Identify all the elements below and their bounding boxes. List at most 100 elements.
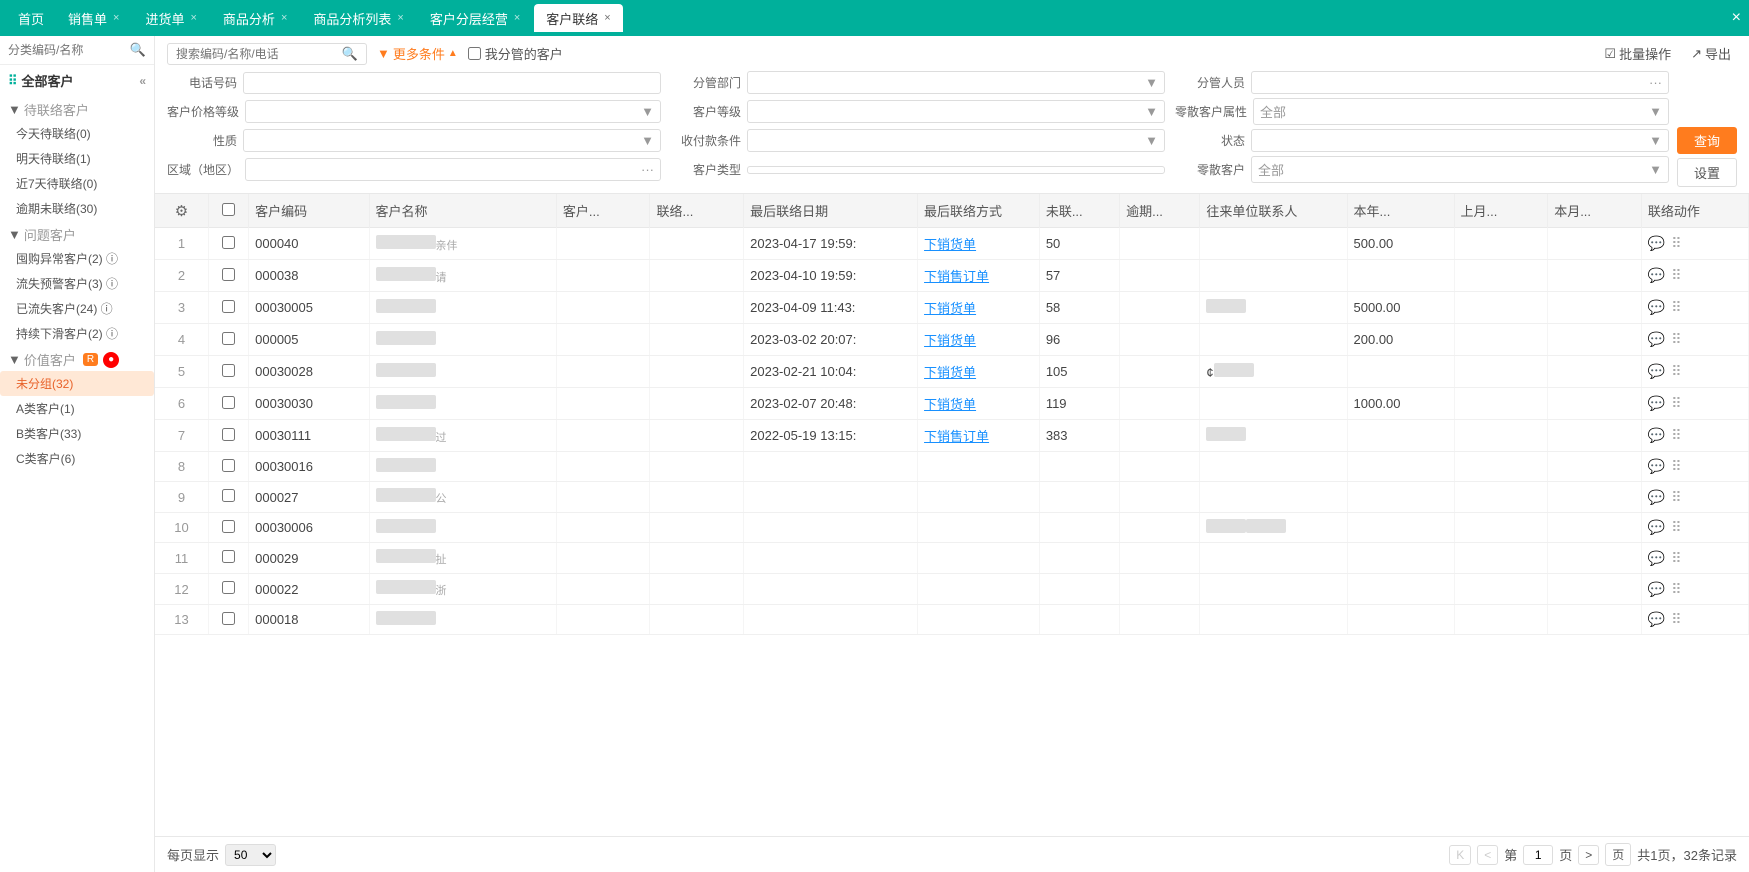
check-cell[interactable] [209,513,249,543]
sidebar-search-input[interactable] [8,43,126,57]
last-method-cell[interactable]: 下销货单 [918,324,1040,356]
apps-icon[interactable]: ⠿ [1671,395,1681,412]
last-method-cell[interactable] [918,543,1040,574]
action-cell[interactable]: 💬 ⠿ [1641,388,1748,420]
row-checkbox[interactable] [222,612,235,625]
chat-icon[interactable]: 💬 [1648,395,1665,412]
chat-icon[interactable]: 💬 [1648,427,1665,444]
sidebar-group-pending[interactable]: ▼ 待联络客户 [0,96,154,121]
row-checkbox[interactable] [222,364,235,377]
dept-select[interactable]: ▼ [747,71,1165,94]
customer-type-select[interactable] [747,166,1165,174]
last-method-link[interactable]: 下销货单 [924,301,976,316]
check-cell[interactable] [209,260,249,292]
check-cell[interactable] [209,574,249,605]
tab-product-analysis-close[interactable]: × [281,12,287,24]
tab-product-analysis-list-close[interactable]: × [397,12,403,24]
tab-sales-close[interactable]: × [113,12,119,24]
chat-icon[interactable]: 💬 [1648,489,1665,506]
page-input[interactable] [1523,845,1553,865]
action-cell[interactable]: 💬 ⠿ [1641,324,1748,356]
sidebar-item-class-a[interactable]: A类客户(1) [0,396,154,421]
reset-button[interactable]: 设置 [1677,158,1737,187]
chat-icon[interactable]: 💬 [1648,550,1665,567]
select-all-checkbox[interactable] [222,203,235,216]
apps-icon[interactable]: ⠿ [1671,331,1681,348]
check-cell[interactable] [209,420,249,452]
tab-purchase[interactable]: 进货单 × [133,4,208,32]
last-method-cell[interactable]: 下销货单 [918,228,1040,260]
apps-icon[interactable]: ⠿ [1671,458,1681,475]
sidebar-search-wrap[interactable]: 🔍 [0,36,154,65]
row-checkbox[interactable] [222,268,235,281]
check-cell[interactable] [209,292,249,324]
last-method-cell[interactable]: 下销货单 [918,292,1040,324]
retail-customer-select[interactable]: 全部 ▼ [1251,156,1669,183]
tab-customer-contact-close[interactable]: × [604,12,610,24]
apps-icon[interactable]: ⠿ [1671,489,1681,506]
apps-icon[interactable]: ⠿ [1671,550,1681,567]
first-page-button[interactable]: K [1449,845,1471,865]
next-page-button[interactable]: > [1578,845,1599,865]
search-icon[interactable]: 🔍 [342,46,358,62]
last-method-cell[interactable] [918,482,1040,513]
last-method-cell[interactable] [918,452,1040,482]
sidebar-item-churn-warn[interactable]: 流失预警客户(3) ⓘ [0,271,154,296]
sidebar-item-ungroup[interactable]: 未分组(32) [0,371,154,396]
last-method-cell[interactable]: 下销售订单 [918,260,1040,292]
tab-customer-contact[interactable]: 客户联络 × [534,4,622,32]
row-checkbox[interactable] [222,236,235,249]
action-cell[interactable]: 💬 ⠿ [1641,356,1748,388]
row-checkbox[interactable] [222,459,235,472]
sidebar-item-overdue[interactable]: 逾期未联络(30) [0,196,154,221]
chat-icon[interactable]: 💬 [1648,267,1665,284]
action-cell[interactable]: 💬 ⠿ [1641,574,1748,605]
row-checkbox[interactable] [222,581,235,594]
action-cell[interactable]: 💬 ⠿ [1641,228,1748,260]
tab-home[interactable]: 首页 [8,4,54,32]
last-method-link[interactable]: 下销货单 [924,237,976,252]
payment-select[interactable]: ▼ [747,129,1165,152]
status-select[interactable]: ▼ [1251,129,1669,152]
apps-icon[interactable]: ⠿ [1671,427,1681,444]
last-method-link[interactable]: 下销货单 [924,397,976,412]
last-method-link[interactable]: 下销售订单 [924,269,989,284]
sidebar-group-problem[interactable]: ▼ 问题客户 [0,221,154,246]
row-checkbox[interactable] [222,428,235,441]
more-conditions-button[interactable]: ▼ 更多条件 ▲ [377,44,458,63]
apps-icon[interactable]: ⠿ [1671,267,1681,284]
last-method-link[interactable]: 下销货单 [924,365,976,380]
apps-icon[interactable]: ⠿ [1671,235,1681,252]
apps-icon[interactable]: ⠿ [1671,363,1681,380]
apps-icon[interactable]: ⠿ [1671,611,1681,628]
tab-product-analysis[interactable]: 商品分析 × [211,4,299,32]
chat-icon[interactable]: 💬 [1648,299,1665,316]
export-button[interactable]: ↗ 导出 [1685,42,1737,65]
check-cell[interactable] [209,388,249,420]
apps-icon[interactable]: ⠿ [1671,299,1681,316]
last-method-link[interactable]: 下销售订单 [924,429,989,444]
chat-icon[interactable]: 💬 [1648,235,1665,252]
collapse-btn[interactable]: « [139,74,146,88]
retail-attr-select[interactable]: 全部 ▼ [1253,98,1669,125]
check-cell[interactable] [209,324,249,356]
customer-level-select[interactable]: ▼ [747,100,1165,123]
sidebar-item-tomorrow[interactable]: 明天待联络(1) [0,146,154,171]
search-button[interactable]: 查询 [1677,127,1737,154]
gear-icon[interactable]: ⚙ [175,203,188,220]
chat-icon[interactable]: 💬 [1648,458,1665,475]
phone-input[interactable] [243,72,661,94]
action-cell[interactable]: 💬 ⠿ [1641,482,1748,513]
action-cell[interactable]: 💬 ⠿ [1641,452,1748,482]
sidebar-item-today[interactable]: 今天待联络(0) [0,121,154,146]
tab-customer-segment[interactable]: 客户分层经营 × [418,4,532,32]
last-method-link[interactable]: 下销货单 [924,333,976,348]
last-method-cell[interactable]: 下销售订单 [918,420,1040,452]
apps-icon[interactable]: ⠿ [1671,519,1681,536]
apps-icon[interactable]: ⠿ [1671,581,1681,598]
row-checkbox[interactable] [222,396,235,409]
action-cell[interactable]: 💬 ⠿ [1641,260,1748,292]
close-all-button[interactable]: × [1732,9,1741,27]
action-cell[interactable]: 💬 ⠿ [1641,513,1748,543]
per-page-select[interactable]: 50 100 200 [225,844,276,866]
